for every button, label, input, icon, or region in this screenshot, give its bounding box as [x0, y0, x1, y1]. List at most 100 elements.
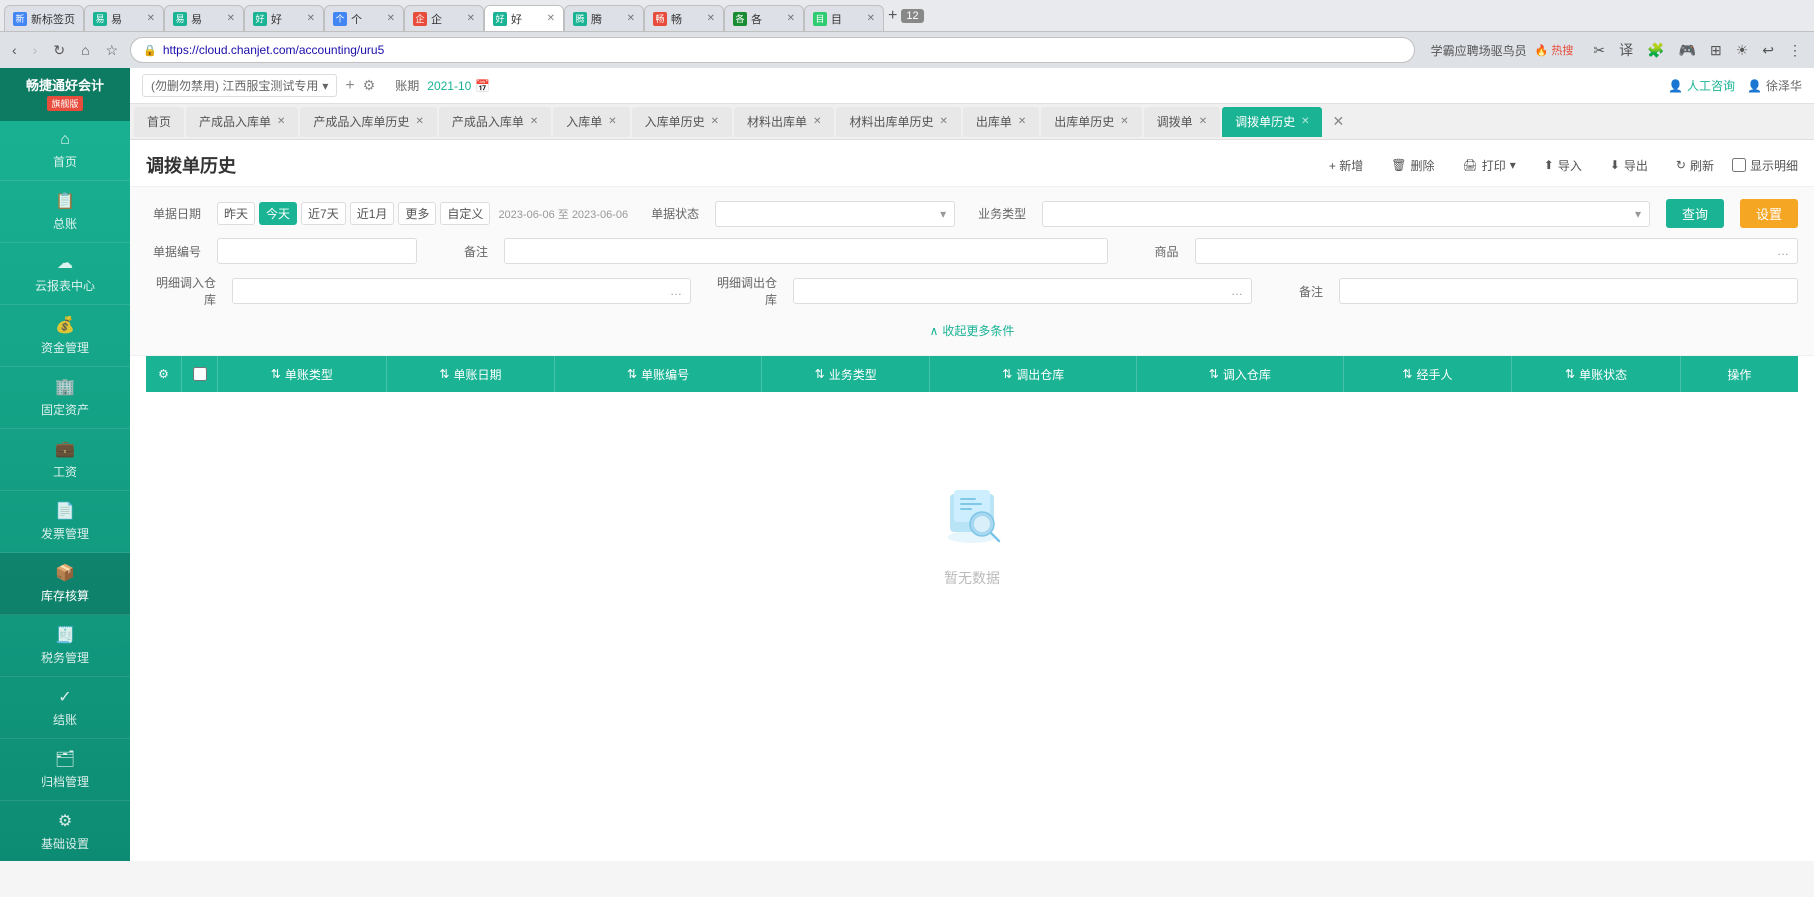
browser-tab-5[interactable]: 个 个 ✕ — [324, 5, 404, 31]
sidebar-item-ledger[interactable]: 📋 总账 — [0, 181, 130, 243]
import-button[interactable]: ⬆ 导入 — [1534, 153, 1592, 178]
th-checkbox[interactable] — [182, 356, 218, 392]
browser-tab-10[interactable]: 各 各 ✕ — [724, 5, 804, 31]
tab-transfer[interactable]: 调拨单 ✕ — [1144, 107, 1220, 137]
tab-product-inbound-2[interactable]: 产成品入库单 ✕ — [439, 107, 551, 137]
company-settings-button[interactable]: ⚙ — [363, 77, 376, 94]
sidebar-item-invoice[interactable]: 📄 发票管理 — [0, 491, 130, 553]
user-info-btn[interactable]: 👤 徐泽华 — [1747, 77, 1802, 94]
th-biz[interactable]: ⇅ 业务类型 — [762, 356, 931, 392]
th-gear[interactable]: ⚙ — [146, 356, 182, 392]
theme-button[interactable]: ☀ — [1732, 40, 1753, 61]
tab-product-inbound-history[interactable]: 产成品入库单历史 ✕ — [300, 107, 436, 137]
browser-tab-1[interactable]: 新 新标签页 — [4, 5, 84, 31]
tab-close-4[interactable]: ✕ — [608, 116, 616, 127]
tab-close-9[interactable]: ✕ — [1120, 116, 1128, 127]
browser-tab-2[interactable]: 易 易 ✕ — [84, 5, 164, 31]
tab-transfer-history[interactable]: 调拨单历史 ✕ — [1222, 107, 1322, 137]
tab-close-8[interactable]: ✕ — [1018, 116, 1026, 127]
th-handler[interactable]: ⇅ 经手人 — [1344, 356, 1513, 392]
sidebar-item-assets[interactable]: 🏢 固定资产 — [0, 367, 130, 429]
from-warehouse-select[interactable]: … — [232, 278, 691, 304]
extension-button[interactable]: 🧩 — [1643, 40, 1668, 61]
game-button[interactable]: 🎮 — [1675, 40, 1700, 61]
browser-tab-4[interactable]: 好 好 ✕ — [244, 5, 324, 31]
back-button[interactable]: ‹ — [8, 40, 21, 60]
tab-close-2[interactable]: ✕ — [415, 116, 423, 127]
sidebar-item-close[interactable]: ✓ 结账 — [0, 677, 130, 739]
tab-inbound-history[interactable]: 入库单历史 ✕ — [632, 107, 732, 137]
home-button[interactable]: ⌂ — [77, 40, 93, 60]
sidebar-item-inventory[interactable]: 📦 库存核算 — [0, 553, 130, 615]
sidebar-item-archive[interactable]: 🗂 归档管理 — [0, 739, 130, 801]
remark-filter-input[interactable] — [504, 238, 1108, 264]
th-type[interactable]: ⇅ 单账类型 — [218, 356, 387, 392]
delete-button[interactable]: 🗑 删除 — [1381, 153, 1444, 178]
display-detail-toggle[interactable]: 显示明细 — [1732, 157, 1798, 174]
refresh-toolbar-button[interactable]: ↻ 刷新 — [1666, 153, 1724, 178]
bookmark-button[interactable]: ☆ — [102, 40, 123, 61]
browser-tab-8[interactable]: 腾 腾 ✕ — [564, 5, 644, 31]
undo-button[interactable]: ↩ — [1758, 40, 1778, 61]
tab-close-7[interactable]: ✕ — [939, 116, 947, 127]
tab-close-1[interactable]: ✕ — [277, 116, 285, 127]
tab-home[interactable]: 首页 — [134, 107, 184, 137]
date-btn-today[interactable]: 今天 — [259, 202, 297, 225]
num-filter-input[interactable] — [217, 238, 417, 264]
sidebar-item-payroll[interactable]: 💼 工资 — [0, 429, 130, 491]
date-btn-7days[interactable]: 近7天 — [301, 202, 346, 225]
tab-material-outbound[interactable]: 材料出库单 ✕ — [734, 107, 834, 137]
sidebar-item-funds[interactable]: 💰 资金管理 — [0, 305, 130, 367]
tab-close-10[interactable]: ✕ — [1199, 116, 1207, 127]
date-btn-more[interactable]: 更多 — [398, 202, 436, 225]
browser-tab-7[interactable]: 好 好 ✕ — [484, 5, 564, 31]
query-button[interactable]: 查询 — [1666, 199, 1724, 228]
date-btn-1month[interactable]: 近1月 — [350, 202, 395, 225]
sidebar-item-home[interactable]: ⌂ 首页 — [0, 121, 130, 181]
tab-outbound[interactable]: 出库单 ✕ — [963, 107, 1039, 137]
scissors-button[interactable]: ✂ — [1589, 40, 1609, 61]
tab-outbound-history[interactable]: 出库单历史 ✕ — [1041, 107, 1141, 137]
forward-button[interactable]: › — [29, 40, 42, 60]
user-service-btn[interactable]: 👤 人工咨询 — [1668, 77, 1735, 94]
period-value[interactable]: 2021-10 📅 — [427, 79, 490, 93]
tab-close-5[interactable]: ✕ — [711, 116, 719, 127]
export-button[interactable]: ⬇ 导出 — [1600, 153, 1658, 178]
tab-close-3[interactable]: ✕ — [530, 116, 538, 127]
th-date[interactable]: ⇅ 单账日期 — [387, 356, 556, 392]
date-btn-yesterday[interactable]: 昨天 — [217, 202, 255, 225]
tab-inbound[interactable]: 入库单 ✕ — [553, 107, 629, 137]
th-from[interactable]: ⇅ 调出仓库 — [930, 356, 1137, 392]
tab-close-6[interactable]: ✕ — [813, 116, 821, 127]
browser-tab-9[interactable]: 畅 畅 ✕ — [644, 5, 724, 31]
to-warehouse-select[interactable]: … — [793, 278, 1252, 304]
close-all-tabs-button[interactable]: ✕ — [1328, 111, 1348, 132]
new-button[interactable]: + 新增 — [1319, 153, 1373, 178]
new-tab-button[interactable]: + — [884, 3, 901, 29]
th-num[interactable]: ⇅ 单账编号 — [555, 356, 762, 392]
date-btn-custom[interactable]: 自定义 — [440, 202, 490, 225]
sidebar-item-tax[interactable]: 🧾 税务管理 — [0, 615, 130, 677]
browser-tab-11[interactable]: 目 目 ✕ — [804, 5, 884, 31]
tab-material-outbound-history[interactable]: 材料出库单历史 ✕ — [836, 107, 960, 137]
print-button[interactable]: 🖨 打印 ▾ — [1452, 153, 1525, 178]
goods-filter-select[interactable]: … — [1195, 238, 1799, 264]
select-all-checkbox[interactable] — [193, 367, 207, 381]
company-selector[interactable]: (勿删勿禁用) 江西服宝测试专用 ▾ — [142, 74, 337, 97]
url-bar[interactable]: 🔒 https://cloud.chanjet.com/accounting/u… — [130, 37, 1414, 63]
tab-close-11[interactable]: ✕ — [1301, 116, 1309, 127]
sidebar-item-settings[interactable]: ⚙ 基础设置 — [0, 801, 130, 861]
refresh-button[interactable]: ↻ — [49, 40, 69, 61]
tab-product-inbound[interactable]: 产成品入库单 ✕ — [186, 107, 298, 137]
sidebar-item-reports[interactable]: ☁ 云报表中心 — [0, 243, 130, 305]
collapse-filters-button[interactable]: ∧ 收起更多条件 — [146, 318, 1798, 343]
settings-button[interactable]: 设置 — [1740, 199, 1798, 228]
status-filter-select[interactable]: ▾ — [715, 201, 955, 227]
menu-button[interactable]: ⋮ — [1784, 40, 1806, 61]
grid-button[interactable]: ⊞ — [1706, 40, 1726, 61]
translate-button[interactable]: 译 — [1615, 38, 1637, 62]
display-detail-checkbox[interactable] — [1732, 158, 1746, 172]
th-status[interactable]: ⇅ 单账状态 — [1512, 356, 1681, 392]
th-to[interactable]: ⇅ 调入仓库 — [1137, 356, 1344, 392]
browser-tab-6[interactable]: 企 企 ✕ — [404, 5, 484, 31]
